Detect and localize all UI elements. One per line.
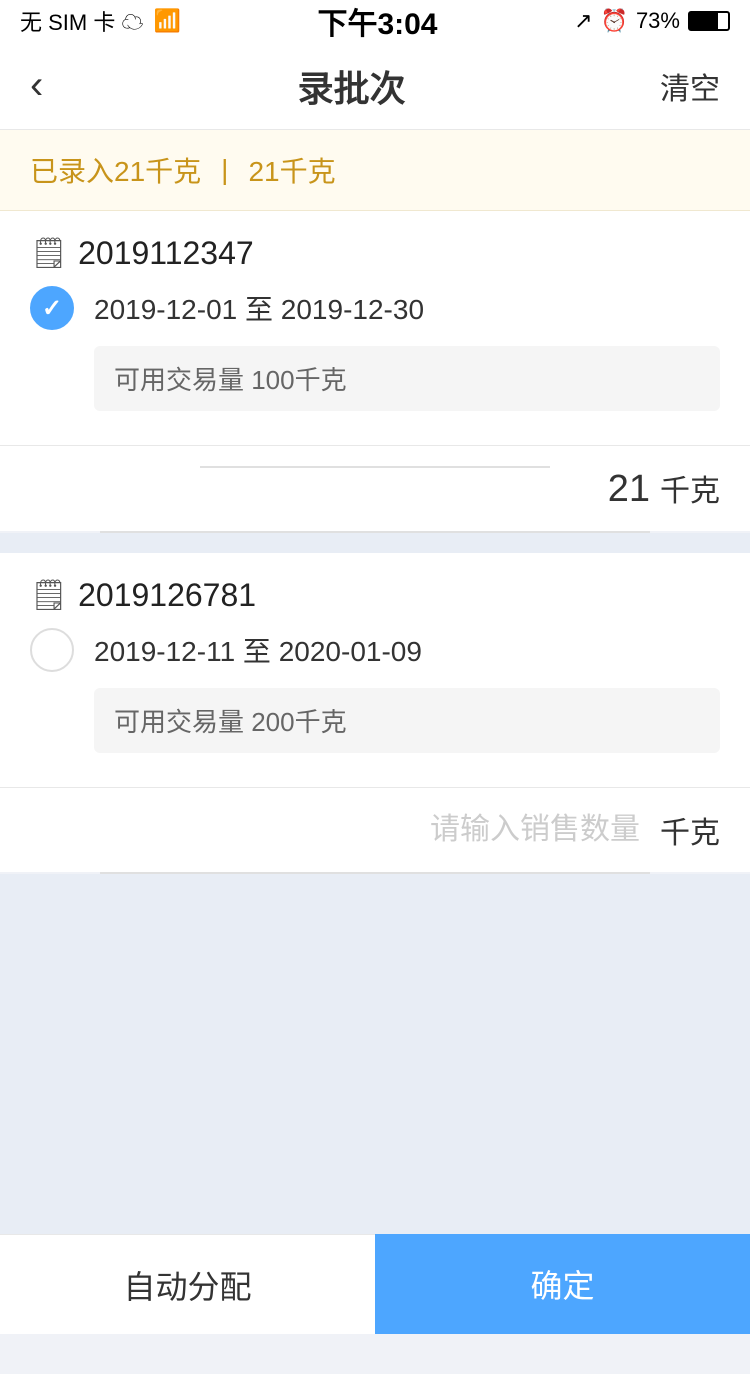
batch1-date: 2019-12-01 至 2019-12-30 [94, 288, 424, 328]
status-right: ↗ ⏰ 73% [574, 8, 730, 34]
batch-card-2: 🗒 2019126781 2019-12-11 至 2020-01-09 可用交… [0, 553, 750, 787]
batch1-date-row[interactable]: 2019-12-01 至 2019-12-30 [30, 286, 720, 330]
status-time: 下午3:04 [317, 0, 437, 43]
batch-card-1: 🗒 2019112347 2019-12-01 至 2019-12-30 可用交… [0, 211, 750, 445]
batch1-amount: 21 [608, 468, 650, 511]
clear-button[interactable]: 清空 [660, 64, 720, 108]
location-icon: ↗ [574, 8, 592, 34]
batch2-available-label: 可用交易量 200千克 [114, 707, 347, 737]
battery-percent: 73% [636, 8, 680, 34]
batch1-radio[interactable] [30, 286, 74, 330]
batch2-id-row: 🗒 2019126781 [30, 577, 720, 614]
batch2-input-row: 千克 [0, 787, 750, 872]
batch1-unit: 千克 [660, 466, 720, 510]
batch1-amount-row: 21 千克 [0, 445, 750, 531]
info-banner: 已录入21千克 | 21千克 [0, 130, 750, 211]
info-divider: | [221, 154, 228, 186]
card-separator [0, 533, 750, 553]
nav-bar: ‹ 录批次 清空 [0, 42, 750, 130]
status-bar: 无 SIM 卡 ☁ 📶 下午3:04 ↗ ⏰ 73% [0, 0, 750, 42]
content-area: 🗒 2019112347 2019-12-01 至 2019-12-30 可用交… [0, 211, 750, 1374]
status-left: 无 SIM 卡 ☁ 📶 [20, 5, 181, 37]
batch2-date-row[interactable]: 2019-12-11 至 2020-01-09 [30, 628, 720, 672]
batch2-icon: 🗒 [30, 578, 68, 613]
batch1-available-label: 可用交易量 100千克 [114, 365, 347, 395]
total-label: 21千克 [248, 150, 335, 190]
alarm-icon: ⏰ [601, 8, 628, 34]
confirm-button[interactable]: 确定 [375, 1234, 750, 1334]
wifi-icon: 📶 [153, 8, 180, 34]
page-title: 录批次 [298, 60, 406, 112]
batch2-radio[interactable] [30, 628, 74, 672]
batch2-id: 2019126781 [78, 577, 256, 614]
batch1-available-box: 可用交易量 100千克 [94, 346, 720, 411]
batch1-icon: 🗒 [30, 236, 68, 271]
batch1-id: 2019112347 [78, 235, 254, 272]
battery-icon [688, 11, 730, 31]
recorded-label: 已录入21千克 [30, 150, 201, 190]
batch2-available-box: 可用交易量 200千克 [94, 688, 720, 753]
back-button[interactable]: ‹ [30, 63, 43, 108]
batch1-id-row: 🗒 2019112347 [30, 235, 720, 272]
empty-area [0, 874, 750, 1274]
auto-distribute-button[interactable]: 自动分配 [0, 1234, 375, 1334]
batch2-unit: 千克 [660, 808, 720, 852]
batch2-qty-input[interactable] [30, 813, 640, 847]
bottom-buttons: 自动分配 确定 [0, 1234, 750, 1334]
batch2-date: 2019-12-11 至 2020-01-09 [94, 630, 422, 670]
sim-label: 无 SIM 卡 ☁ [20, 5, 143, 37]
